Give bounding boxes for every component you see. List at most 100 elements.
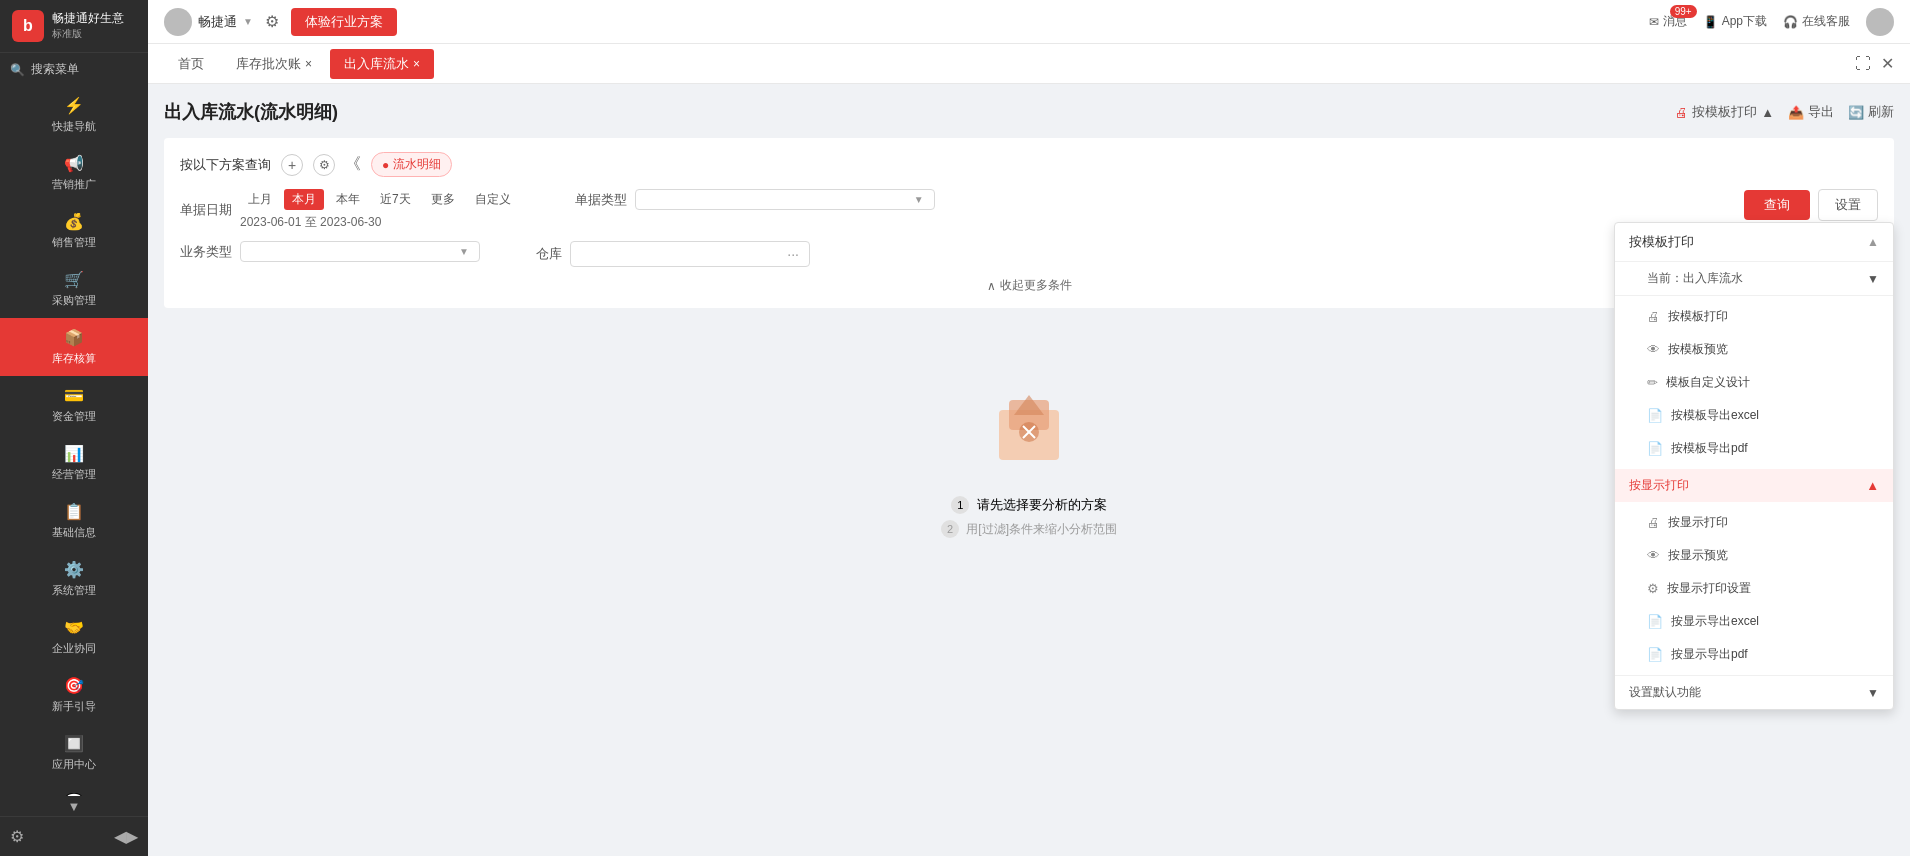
sidebar-item-purchase[interactable]: 🛒 采购管理: [0, 260, 148, 318]
sidebar-scroll-down[interactable]: ▼: [0, 796, 148, 816]
dropdown-item-template-excel[interactable]: 📄 按模板导出excel: [1615, 399, 1893, 432]
message-icon: ✉: [1649, 15, 1659, 29]
quick-nav-icon: ⚡: [64, 96, 84, 115]
query-btn[interactable]: 查询: [1744, 190, 1810, 220]
sidebar-item-label: 销售管理: [52, 235, 96, 250]
sidebar-item-label: 快捷导航: [52, 119, 96, 134]
settings-btn[interactable]: 设置: [1818, 189, 1878, 221]
sidebar-item-app-center[interactable]: 🔲 应用中心: [0, 724, 148, 782]
dropdown-footer[interactable]: 设置默认功能 ▼: [1615, 675, 1893, 709]
sidebar-item-cooperate[interactable]: 🤝 企业协同: [0, 608, 148, 666]
user-dropdown-icon: ▼: [243, 16, 253, 27]
export-btn[interactable]: 📤 导出: [1788, 103, 1834, 121]
filter-collapse-btn[interactable]: 《: [345, 154, 361, 175]
doc-type-arrow: ▼: [914, 194, 924, 205]
filter-label: 按以下方案查询: [180, 156, 271, 174]
dropdown-item-display-settings[interactable]: ⚙ 按显示打印设置: [1615, 572, 1893, 605]
dropdown-current-template[interactable]: 当前：出入库流水 ▼: [1615, 262, 1893, 296]
page-title: 出入库流水(流水明细): [164, 100, 338, 124]
refresh-label: 刷新: [1868, 103, 1894, 121]
date-tab-more[interactable]: 更多: [423, 189, 463, 210]
display-print-label: 按显示打印: [1668, 514, 1728, 531]
logo-icon: b: [12, 10, 44, 42]
date-tab-custom[interactable]: 自定义: [467, 189, 519, 210]
date-label: 单据日期: [180, 201, 232, 219]
maximize-btn[interactable]: ⛶: [1855, 55, 1871, 73]
tabs-window-btns: ⛶ ✕: [1855, 54, 1894, 73]
sidebar-nav: ⚡ 快捷导航 📢 营销推广 💰 销售管理 🛒 采购管理 📦 库存核算 💳 资金管…: [0, 86, 148, 796]
filter-add-btn[interactable]: +: [281, 154, 303, 176]
tab-batch-account-label: 库存批次账: [236, 55, 301, 73]
sidebar-logo: b 畅捷通好生意 标准版: [0, 0, 148, 53]
app-download-btn[interactable]: 📱 App下载: [1703, 13, 1767, 30]
dropdown-collapse-btn[interactable]: ▲: [1867, 235, 1879, 249]
filter-settings-btn[interactable]: ⚙: [313, 154, 335, 176]
dropdown-item-template-print[interactable]: 🖨 按模板打印: [1615, 300, 1893, 333]
date-tab-this-month[interactable]: 本月: [284, 189, 324, 210]
display-excel-icon: 📄: [1647, 614, 1663, 629]
filter-chip-flow[interactable]: ● 流水明细: [371, 152, 452, 177]
sidebar-item-system[interactable]: ⚙️ 系统管理: [0, 550, 148, 608]
sidebar-item-marketing[interactable]: 📢 营销推广: [0, 144, 148, 202]
sidebar-item-finance[interactable]: 💳 资金管理: [0, 376, 148, 434]
tab-home[interactable]: 首页: [164, 49, 218, 79]
cooperate-icon: 🤝: [64, 618, 84, 637]
display-section-icon: ▲: [1866, 478, 1879, 493]
dropdown-item-template-custom[interactable]: ✏ 模板自定义设计: [1615, 366, 1893, 399]
sidebar-item-sales[interactable]: 💰 销售管理: [0, 202, 148, 260]
date-tab-last-month[interactable]: 上月: [240, 189, 280, 210]
dropdown-item-display-print[interactable]: 🖨 按显示打印: [1615, 506, 1893, 539]
business-type-select[interactable]: ▼: [240, 241, 480, 262]
close-win-btn[interactable]: ✕: [1881, 54, 1894, 73]
dropdown-item-display-excel[interactable]: 📄 按显示导出excel: [1615, 605, 1893, 638]
date-tab-this-year[interactable]: 本年: [328, 189, 368, 210]
trial-btn[interactable]: 体验行业方案: [291, 8, 397, 36]
template-print-icon: 🖨: [1647, 309, 1660, 324]
print-dropdown-arrow[interactable]: ▲: [1761, 105, 1774, 120]
message-btn[interactable]: ✉ 消息 99+: [1649, 13, 1687, 30]
sidebar-item-guide[interactable]: 🎯 新手引导: [0, 666, 148, 724]
dropdown-item-template-pdf[interactable]: 📄 按模板导出pdf: [1615, 432, 1893, 465]
tab-stock-flow[interactable]: 出入库流水 ×: [330, 49, 434, 79]
display-print-icon: 🖨: [1647, 515, 1660, 530]
date-tab-last-7[interactable]: 近7天: [372, 189, 419, 210]
display-section-label: 按显示打印: [1629, 477, 1689, 494]
dropdown-item-template-preview[interactable]: 👁 按模板预览: [1615, 333, 1893, 366]
fold-icon[interactable]: ◀▶: [114, 827, 138, 846]
date-range: 2023-06-01 至 2023-06-30: [240, 214, 519, 231]
refresh-btn[interactable]: 🔄 刷新: [1848, 103, 1894, 121]
tab-batch-account-close[interactable]: ×: [305, 57, 312, 71]
sidebar-item-basic[interactable]: 📋 基础信息: [0, 492, 148, 550]
display-preview-label: 按显示预览: [1668, 547, 1728, 564]
sidebar-item-quick-nav[interactable]: ⚡ 快捷导航: [0, 86, 148, 144]
dropdown-item-display-preview[interactable]: 👁 按显示预览: [1615, 539, 1893, 572]
header-user-avatar-area[interactable]: [1866, 8, 1894, 36]
top-header: 畅捷通 ▼ ⚙ 体验行业方案 ✉ 消息 99+ 📱 App下载 🎧 在线客服: [148, 0, 1910, 44]
tab-stock-flow-close[interactable]: ×: [413, 57, 420, 71]
sidebar-item-label: 基础信息: [52, 525, 96, 540]
dropdown-item-display-pdf[interactable]: 📄 按显示导出pdf: [1615, 638, 1893, 671]
sidebar-item-label: 采购管理: [52, 293, 96, 308]
sidebar-item-label: 应用中心: [52, 757, 96, 772]
warehouse-select[interactable]: ···: [570, 241, 810, 267]
display-excel-label: 按显示导出excel: [1671, 613, 1759, 630]
dropdown-display-section-header[interactable]: 按显示打印 ▲: [1615, 469, 1893, 502]
header-gear-icon[interactable]: ⚙: [265, 12, 279, 31]
header-user[interactable]: 畅捷通 ▼: [164, 8, 253, 36]
settings-icon[interactable]: ⚙: [10, 827, 24, 846]
sidebar-item-inventory[interactable]: 📦 库存核算: [0, 318, 148, 376]
display-preview-icon: 👁: [1647, 548, 1660, 563]
sidebar-item-operation[interactable]: 📊 经营管理: [0, 434, 148, 492]
dropdown-display-section: 🖨 按显示打印 👁 按显示预览 ⚙ 按显示打印设置 📄 按显示导出excel 📄: [1615, 502, 1893, 675]
print-dropdown-panel: 按模板打印 ▲ 当前：出入库流水 ▼ 🖨 按模板打印 👁 按模板预览 ✏ 模板: [1614, 222, 1894, 710]
sidebar-search[interactable]: 🔍 搜索菜单: [0, 53, 148, 86]
tabs-bar: 首页 库存批次账 × 出入库流水 × ⛶ ✕: [148, 44, 1910, 84]
sidebar-item-wechat[interactable]: 💬 企业微信: [0, 782, 148, 796]
warehouse-label: 仓库: [536, 245, 562, 263]
customer-service-btn[interactable]: 🎧 在线客服: [1783, 13, 1850, 30]
filter-top-row: 按以下方案查询 + ⚙ 《 ● 流水明细: [180, 152, 1878, 177]
tab-batch-account[interactable]: 库存批次账 ×: [222, 49, 326, 79]
collapse-conditions-btn[interactable]: ∧ 收起更多条件: [987, 277, 1072, 294]
print-btn[interactable]: 🖨 按模板打印 ▲: [1675, 103, 1774, 121]
doc-type-select[interactable]: ▼: [635, 189, 935, 210]
